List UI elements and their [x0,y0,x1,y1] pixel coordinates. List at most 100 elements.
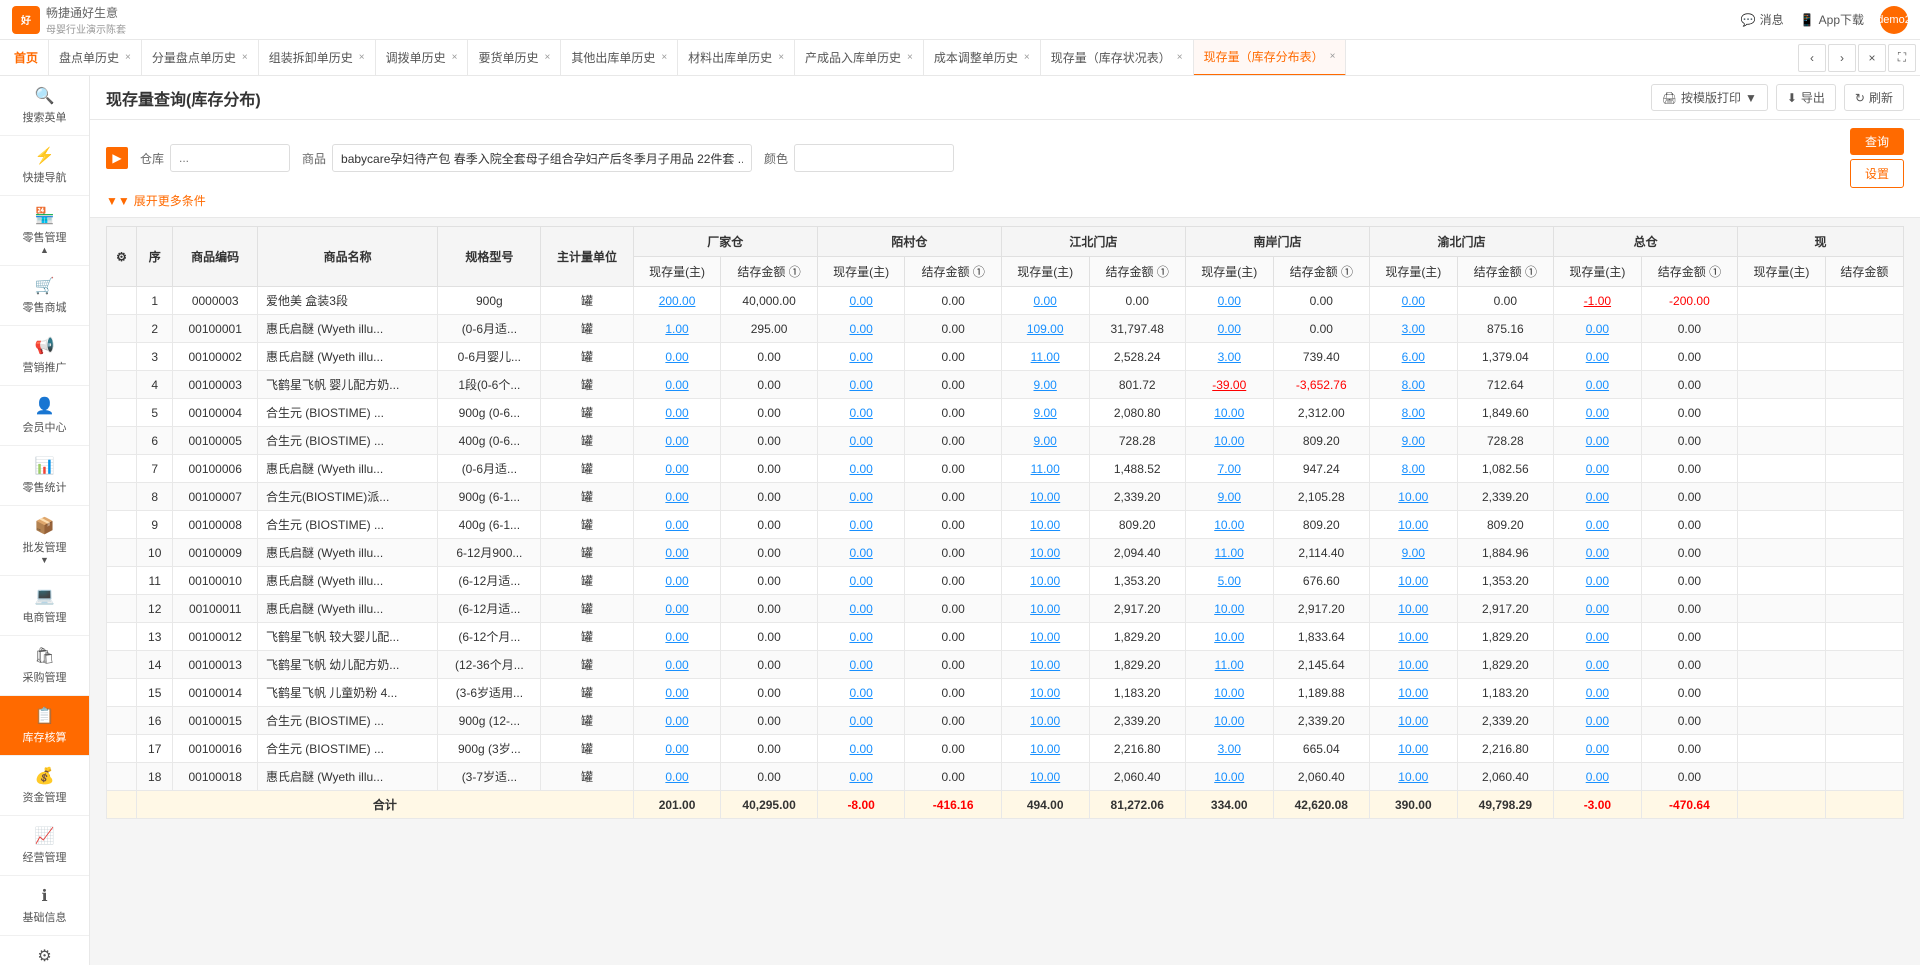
col-t-stock[interactable]: 0.00 [1554,707,1642,735]
col-na-stock[interactable]: 7.00 [1185,455,1273,483]
col-yb-stock[interactable]: 9.00 [1370,539,1458,567]
col-f-stock[interactable]: 1.00 [633,315,721,343]
close-icon[interactable]: × [242,52,248,63]
col-na-stock[interactable]: 10.00 [1185,623,1273,651]
user-avatar[interactable]: demo2 [1880,6,1908,34]
tab-request[interactable]: 要货单历史 × [468,40,561,76]
col-jb-stock[interactable]: 109.00 [1001,315,1089,343]
col-jb-stock[interactable]: 10.00 [1001,679,1089,707]
col-jb-stock[interactable]: 11.00 [1001,343,1089,371]
col-na-stock[interactable]: 10.00 [1185,511,1273,539]
tab-finished-in[interactable]: 产成品入库单历史 × [795,40,924,76]
col-setting-header[interactable]: ⚙ [107,227,137,287]
col-n-stock[interactable]: 0.00 [817,483,905,511]
col-n-stock[interactable]: 0.00 [817,539,905,567]
col-n-stock[interactable]: 0.00 [817,427,905,455]
col-na-stock[interactable]: 10.00 [1185,595,1273,623]
message-btn[interactable]: 💬 消息 [1741,11,1784,28]
col-yb-stock[interactable]: 3.00 [1370,315,1458,343]
col-f-stock[interactable]: 0.00 [633,427,721,455]
tab-stock-dist[interactable]: 现存量（库存分布表） × [1194,40,1347,76]
col-t-stock[interactable]: 0.00 [1554,679,1642,707]
col-jb-stock[interactable]: 9.00 [1001,427,1089,455]
col-na-stock[interactable]: 11.00 [1185,539,1273,567]
col-na-stock[interactable]: 11.00 [1185,651,1273,679]
sidebar-item-operation[interactable]: 📈 经营管理 [0,816,89,876]
col-t-stock[interactable]: 0.00 [1554,539,1642,567]
col-yb-stock[interactable]: 10.00 [1370,595,1458,623]
col-n-stock[interactable]: 0.00 [817,399,905,427]
col-t-stock[interactable]: 0.00 [1554,595,1642,623]
col-f-stock[interactable]: 0.00 [633,455,721,483]
col-yb-stock[interactable]: 10.00 [1370,679,1458,707]
col-f-stock[interactable]: 0.00 [633,651,721,679]
col-f-stock[interactable]: 200.00 [633,287,721,315]
col-na-stock[interactable]: 0.00 [1185,315,1273,343]
export-btn[interactable]: ⬇ 导出 [1776,84,1836,111]
col-t-stock[interactable]: 0.00 [1554,455,1642,483]
sidebar-item-basic[interactable]: ℹ 基础信息 [0,876,89,936]
tab-stock-status[interactable]: 现存量（库存状况表） × [1041,40,1194,76]
col-na-stock[interactable]: 10.00 [1185,679,1273,707]
col-jb-stock[interactable]: 10.00 [1001,623,1089,651]
col-jb-stock[interactable]: 10.00 [1001,595,1089,623]
col-yb-stock[interactable]: 10.00 [1370,707,1458,735]
col-jb-stock[interactable]: 10.00 [1001,511,1089,539]
col-f-stock[interactable]: 0.00 [633,511,721,539]
tab-home[interactable]: 首页 [4,40,49,76]
sidebar-item-wholesale[interactable]: 📦 批发管理 ▼ [0,506,89,576]
nav-expand-btn[interactable]: ⛶ [1888,44,1916,72]
col-f-stock[interactable]: 0.00 [633,735,721,763]
nav-prev-btn[interactable]: ‹ [1798,44,1826,72]
sidebar-item-finance[interactable]: 💰 资金管理 [0,756,89,816]
col-na-stock[interactable]: 3.00 [1185,343,1273,371]
col-yb-stock[interactable]: 10.00 [1370,735,1458,763]
app-download-btn[interactable]: 📱 App下载 [1800,11,1864,28]
col-n-stock[interactable]: 0.00 [817,287,905,315]
col-f-stock[interactable]: 0.00 [633,679,721,707]
filter-toggle-btn[interactable]: ▶ [106,147,128,169]
query-button[interactable]: 查询 [1850,128,1904,155]
close-icon[interactable]: × [778,52,784,63]
col-na-stock[interactable]: 3.00 [1185,735,1273,763]
col-yb-stock[interactable]: 8.00 [1370,371,1458,399]
col-n-stock[interactable]: 0.00 [817,343,905,371]
col-t-stock[interactable]: 0.00 [1554,343,1642,371]
close-icon[interactable]: × [1330,51,1336,62]
col-jb-stock[interactable]: 10.00 [1001,539,1089,567]
col-jb-stock[interactable]: 0.00 [1001,287,1089,315]
product-input[interactable] [332,144,752,172]
col-jb-stock[interactable]: 10.00 [1001,735,1089,763]
close-icon[interactable]: × [544,52,550,63]
col-n-stock[interactable]: 0.00 [817,315,905,343]
tab-other-out[interactable]: 其他出库单历史 × [561,40,678,76]
sidebar-item-retail-mgmt[interactable]: 🏪 零售管理 ▲ [0,196,89,266]
sidebar-item-retail-shop[interactable]: 🛒 零售商城 [0,266,89,326]
col-n-stock[interactable]: 0.00 [817,735,905,763]
expand-more-btn[interactable]: ▼▼ 展开更多条件 [106,192,1904,209]
col-t-stock[interactable]: 0.00 [1554,763,1642,791]
col-yb-stock[interactable]: 10.00 [1370,567,1458,595]
sidebar-item-search[interactable]: 🔍 搜索英单 [0,76,89,136]
col-jb-stock[interactable]: 10.00 [1001,763,1089,791]
col-yb-stock[interactable]: 10.00 [1370,651,1458,679]
col-t-stock[interactable]: 0.00 [1554,651,1642,679]
sidebar-item-system[interactable]: ⚙ 系统管理 [0,936,89,965]
col-t-stock[interactable]: 0.00 [1554,483,1642,511]
sidebar-item-nav[interactable]: ⚡ 快捷导航 [0,136,89,196]
col-f-stock[interactable]: 0.00 [633,595,721,623]
col-yb-stock[interactable]: 10.00 [1370,483,1458,511]
tab-count-single[interactable]: 盘点单历史 × [49,40,142,76]
col-jb-stock[interactable]: 10.00 [1001,651,1089,679]
col-n-stock[interactable]: 0.00 [817,567,905,595]
col-t-stock[interactable]: 0.00 [1554,399,1642,427]
col-n-stock[interactable]: 0.00 [817,707,905,735]
col-na-stock[interactable]: 10.00 [1185,763,1273,791]
col-n-stock[interactable]: 0.00 [817,371,905,399]
sidebar-item-retail-stat[interactable]: 📊 零售统计 [0,446,89,506]
col-f-stock[interactable]: 0.00 [633,371,721,399]
refresh-btn[interactable]: ↻ 刷新 [1844,84,1904,111]
close-icon[interactable]: × [1177,52,1183,63]
close-icon[interactable]: × [125,52,131,63]
col-yb-stock[interactable]: 9.00 [1370,427,1458,455]
